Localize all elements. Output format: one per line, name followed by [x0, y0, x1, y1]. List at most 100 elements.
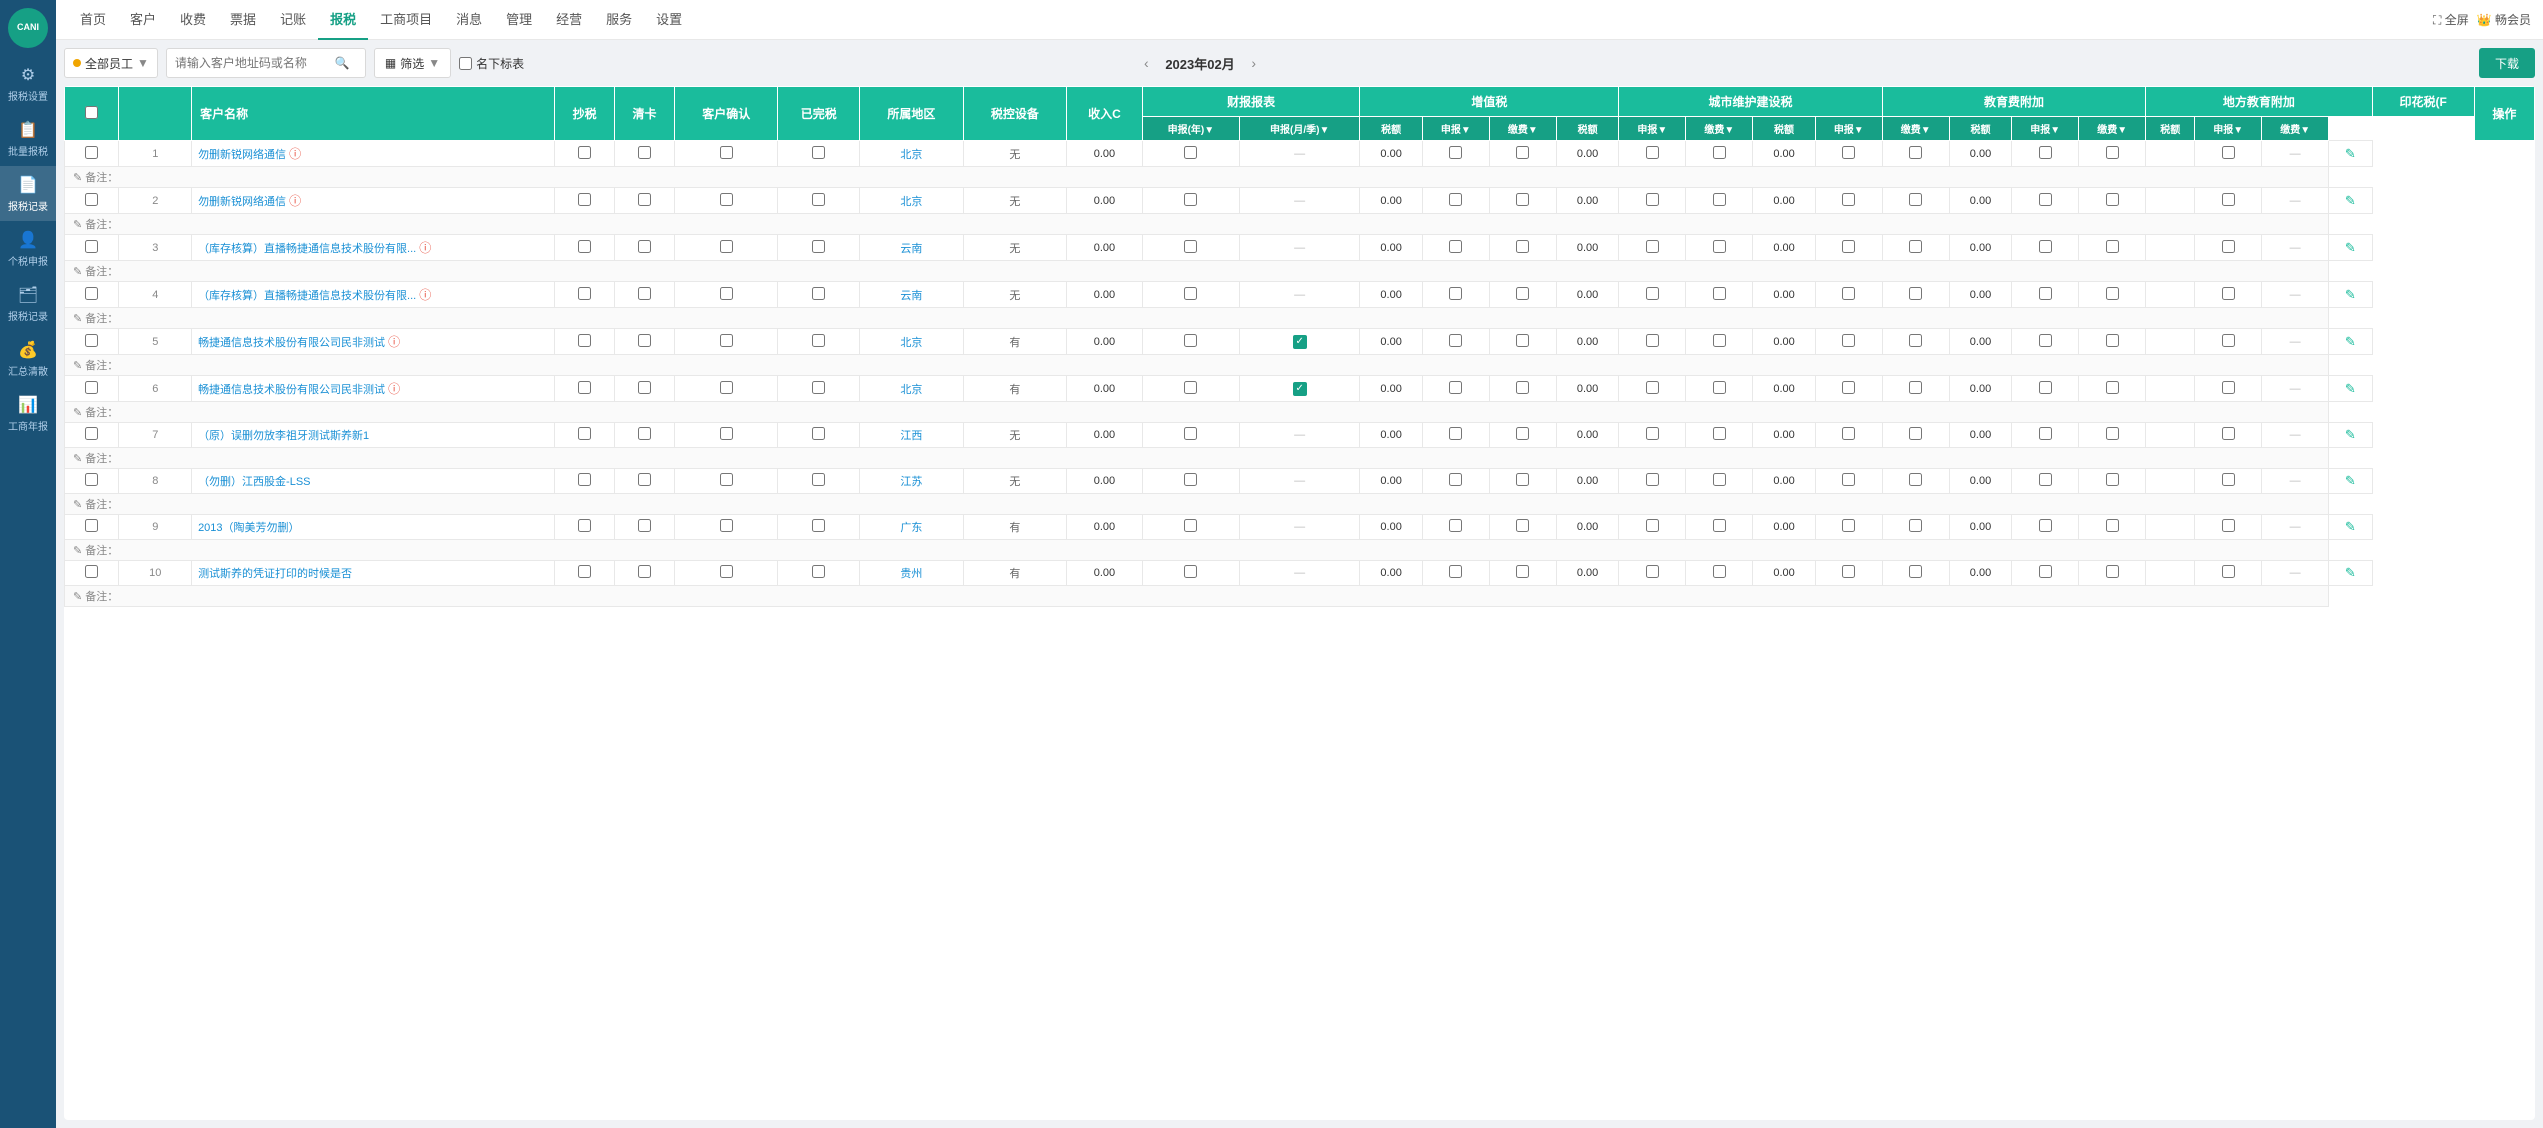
row-queren[interactable]: [674, 141, 777, 167]
row-cs-shenbao[interactable]: [1619, 423, 1686, 448]
search-box[interactable]: 🔍: [166, 48, 366, 78]
row-shenbao-year[interactable]: [1142, 188, 1239, 214]
zz-shenbao-cb[interactable]: [1449, 240, 1462, 253]
row-jy-shenbao[interactable]: [1815, 469, 1882, 494]
col-zz-shenbao[interactable]: 申报▼: [1422, 117, 1489, 141]
row-checkbox-cell[interactable]: [65, 423, 119, 448]
row-qingka[interactable]: [615, 141, 675, 167]
row-edit[interactable]: ✎: [2329, 376, 2372, 402]
row-zz-jiaofei[interactable]: [1489, 469, 1556, 494]
prev-month-button[interactable]: ‹: [1135, 52, 1157, 74]
edit-icon[interactable]: ✎: [2345, 193, 2356, 208]
zz-jiaofei-cb[interactable]: [1516, 381, 1529, 394]
row-checkbox-cell[interactable]: [65, 515, 119, 540]
select-all-checkbox[interactable]: [85, 106, 98, 119]
zz-jiaofei-cb[interactable]: [1516, 193, 1529, 206]
row-df-shenbao[interactable]: [2012, 235, 2079, 261]
row-zz-jiaofei[interactable]: [1489, 235, 1556, 261]
row-shenbao-year[interactable]: [1142, 282, 1239, 308]
row-zz-shenbao[interactable]: [1422, 235, 1489, 261]
queren-checkbox[interactable]: [720, 334, 733, 347]
row-checkbox[interactable]: [85, 473, 98, 486]
row-zz-shenbao[interactable]: [1422, 329, 1489, 355]
qingka-checkbox[interactable]: [638, 287, 651, 300]
row-jy-shenbao[interactable]: [1815, 329, 1882, 355]
yh-shenbao-cb[interactable]: [2222, 473, 2235, 486]
nav-baoshui[interactable]: 报税: [318, 0, 368, 40]
row-edit[interactable]: ✎: [2329, 329, 2372, 355]
df-shenbao-cb[interactable]: [2039, 287, 2052, 300]
row-jy-shenbao[interactable]: [1815, 561, 1882, 586]
name-checkbox-label[interactable]: 名下标表: [459, 55, 524, 72]
wanshu-checkbox[interactable]: [812, 240, 825, 253]
row-queren[interactable]: [674, 423, 777, 448]
row-shenbao-year[interactable]: [1142, 423, 1239, 448]
company-link[interactable]: 勿删新锐网络通信: [198, 149, 286, 161]
df-jiaofei-cb[interactable]: [2106, 427, 2119, 440]
row-zz-shenbao[interactable]: [1422, 515, 1489, 540]
shenbao-year-cb[interactable]: [1184, 473, 1197, 486]
yh-shenbao-cb[interactable]: [2222, 146, 2235, 159]
nav-shouye[interactable]: 首页: [68, 0, 118, 40]
col-shenbao-year[interactable]: 申报(年)▼: [1142, 117, 1239, 141]
row-checkbox[interactable]: [85, 287, 98, 300]
jy-shenbao-cb[interactable]: [1842, 334, 1855, 347]
jy-jiaofei-cb[interactable]: [1909, 146, 1922, 159]
row-zz-shenbao[interactable]: [1422, 561, 1489, 586]
row-wanshu[interactable]: [778, 515, 860, 540]
row-shenbao-year[interactable]: [1142, 141, 1239, 167]
sidebar-item-gongshangnian-bao[interactable]: 📊 工商年报: [0, 386, 56, 441]
row-zz-jiaofei[interactable]: [1489, 376, 1556, 402]
cs-jiaofei-cb[interactable]: [1713, 334, 1726, 347]
cs-shenbao-cb[interactable]: [1646, 146, 1659, 159]
row-shenbao-month[interactable]: —: [1239, 469, 1359, 494]
zz-shenbao-cb[interactable]: [1449, 381, 1462, 394]
zz-jiaofei-cb[interactable]: [1516, 334, 1529, 347]
edit-icon[interactable]: ✎: [2345, 519, 2356, 534]
qingka-checkbox[interactable]: [638, 427, 651, 440]
cs-jiaofei-cb[interactable]: [1713, 287, 1726, 300]
zz-jiaofei-cb[interactable]: [1516, 146, 1529, 159]
df-shenbao-cb[interactable]: [2039, 473, 2052, 486]
row-df-jiaofei[interactable]: [2079, 376, 2146, 402]
zz-jiaofei-cb[interactable]: [1516, 427, 1529, 440]
col-yh-jiaofei[interactable]: 缴费▼: [2262, 117, 2329, 141]
jy-jiaofei-cb[interactable]: [1909, 334, 1922, 347]
queren-checkbox[interactable]: [720, 519, 733, 532]
sidebar-item-geshui-shenbao[interactable]: 👤 个税申报: [0, 221, 56, 276]
nav-guanli[interactable]: 管理: [494, 0, 544, 40]
cs-jiaofei-cb[interactable]: [1713, 146, 1726, 159]
jy-shenbao-cb[interactable]: [1842, 427, 1855, 440]
shenbao-year-cb[interactable]: [1184, 146, 1197, 159]
search-input[interactable]: [175, 56, 335, 70]
queren-checkbox[interactable]: [720, 193, 733, 206]
row-shenbao-year[interactable]: [1142, 561, 1239, 586]
row-checkbox-cell[interactable]: [65, 469, 119, 494]
row-chaoshui[interactable]: [555, 329, 615, 355]
jy-jiaofei-cb[interactable]: [1909, 240, 1922, 253]
row-df-jiaofei[interactable]: [2079, 235, 2146, 261]
row-qingka[interactable]: [615, 329, 675, 355]
chaoshui-checkbox[interactable]: [578, 287, 591, 300]
shenbao-year-cb[interactable]: [1184, 334, 1197, 347]
shenbao-year-cb[interactable]: [1184, 240, 1197, 253]
zz-shenbao-cb[interactable]: [1449, 565, 1462, 578]
yh-shenbao-cb[interactable]: [2222, 240, 2235, 253]
row-df-jiaofei[interactable]: [2079, 188, 2146, 214]
row-zz-shenbao[interactable]: [1422, 469, 1489, 494]
row-zz-shenbao[interactable]: [1422, 282, 1489, 308]
jy-jiaofei-cb[interactable]: [1909, 381, 1922, 394]
cs-shenbao-cb[interactable]: [1646, 334, 1659, 347]
row-cs-jiaofei[interactable]: [1686, 515, 1753, 540]
qingka-checkbox[interactable]: [638, 193, 651, 206]
edit-icon[interactable]: ✎: [2345, 287, 2356, 302]
cs-shenbao-cb[interactable]: [1646, 240, 1659, 253]
row-checkbox[interactable]: [85, 193, 98, 206]
row-zz-jiaofei[interactable]: [1489, 282, 1556, 308]
row-shenbao-month[interactable]: —: [1239, 515, 1359, 540]
row-checkbox-cell[interactable]: [65, 235, 119, 261]
row-edit[interactable]: ✎: [2329, 235, 2372, 261]
row-shenbao-year[interactable]: [1142, 469, 1239, 494]
row-jy-shenbao[interactable]: [1815, 423, 1882, 448]
row-df-shenbao[interactable]: [2012, 515, 2079, 540]
